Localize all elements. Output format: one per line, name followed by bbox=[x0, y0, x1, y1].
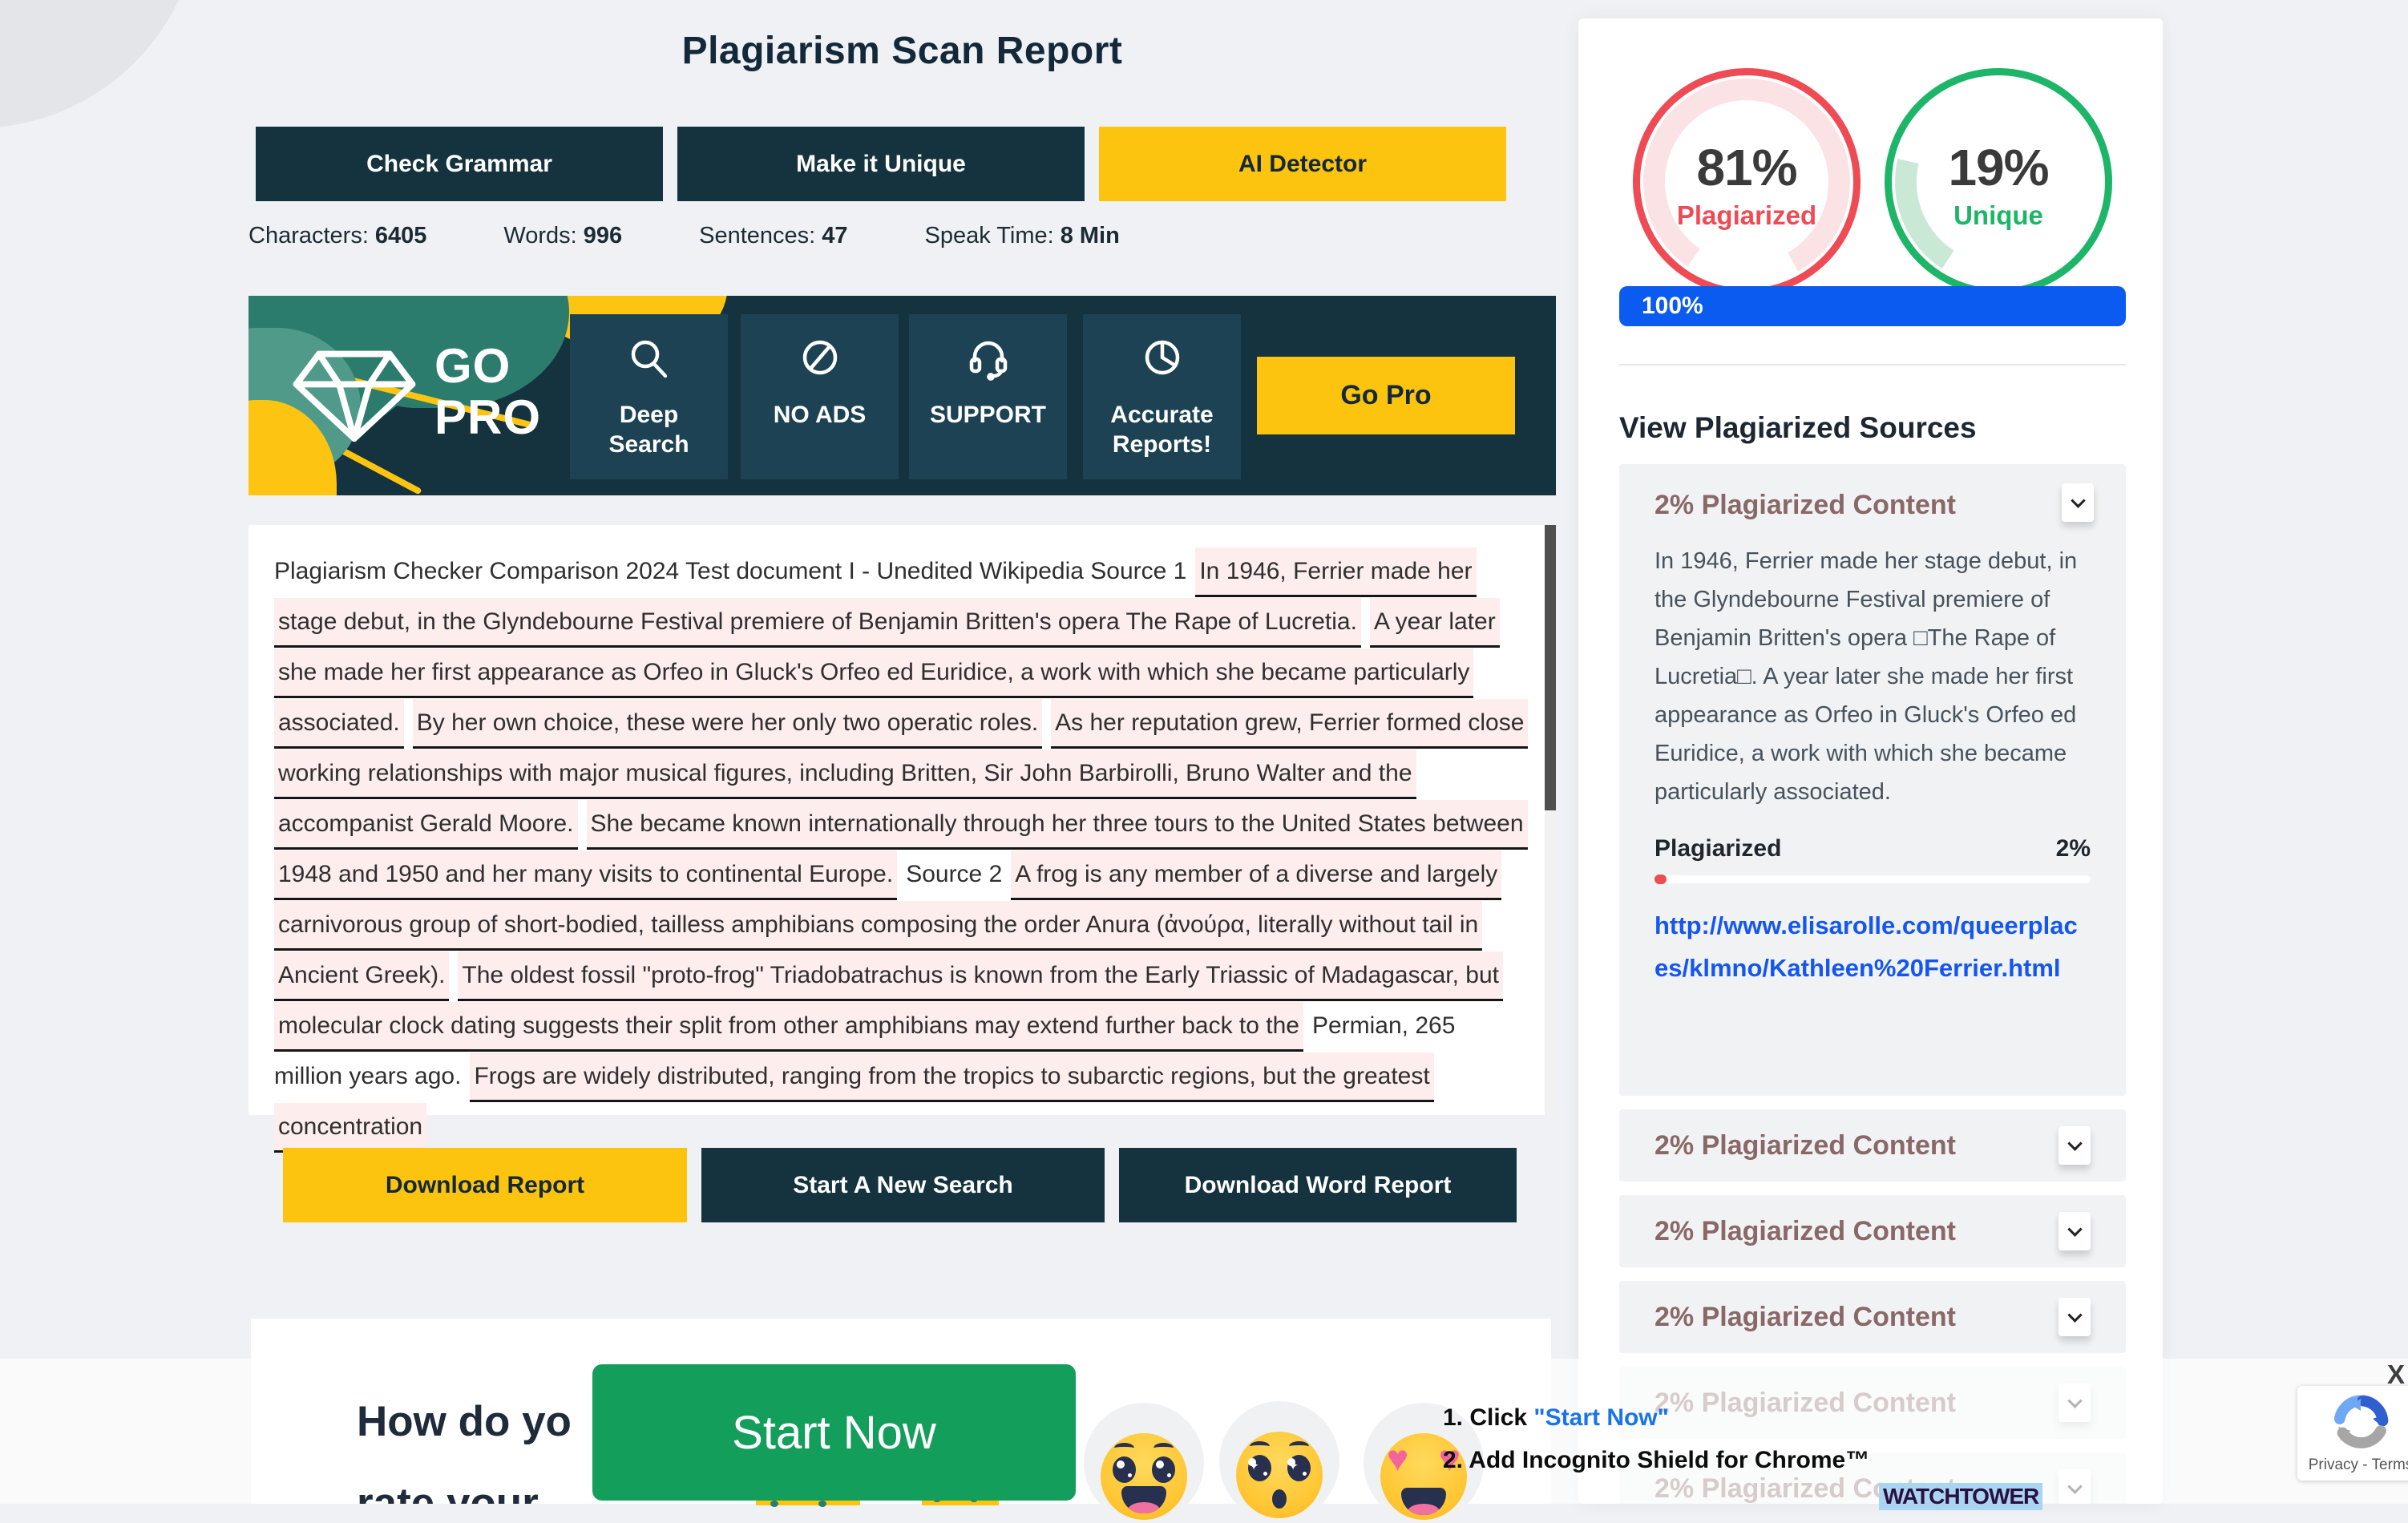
collapse-source-button[interactable] bbox=[2062, 483, 2094, 522]
go-pro-logo-text: GO PRO bbox=[434, 341, 541, 443]
source-meter-value: 2% bbox=[2056, 835, 2091, 862]
ai-detector-button[interactable]: AI Detector bbox=[1099, 127, 1506, 201]
chevron-down-icon bbox=[2067, 1136, 2082, 1150]
go-pro-button[interactable]: Go Pro bbox=[1257, 357, 1515, 434]
recaptcha-badge[interactable]: Privacy - Terms bbox=[2297, 1386, 2408, 1481]
unique-label: Unique bbox=[1892, 200, 2105, 231]
source-card: 2% Plagiarized Content bbox=[1619, 1195, 2126, 1267]
document-scrollbar-thumb[interactable] bbox=[1545, 525, 1556, 810]
top-action-bar: Check Grammar Make it Unique AI Detector bbox=[256, 127, 1506, 201]
recaptcha-links[interactable]: Privacy - Terms bbox=[2297, 1456, 2408, 1474]
download-report-button[interactable]: Download Report bbox=[283, 1148, 687, 1222]
plagiarized-segment[interactable]: By her own choice, these were her only t… bbox=[413, 699, 1042, 749]
document-stats: Characters:6405 Words:996 Sentences:47 S… bbox=[248, 223, 1120, 249]
corner-decoration bbox=[0, 0, 200, 128]
watchtower-logo: WATCHTOWER bbox=[1879, 1483, 2042, 1510]
unique-gauge: 19% Unique bbox=[1885, 68, 2112, 296]
chevron-down-icon bbox=[2067, 1307, 2082, 1322]
ad-instructions: 1. Click "Start Now" 2. Add Incognito Sh… bbox=[1443, 1404, 1869, 1474]
source-card-expanded: 2% Plagiarized Content In 1946, Ferrier … bbox=[1619, 464, 2126, 1096]
survey-heading: How do yo rate your bbox=[357, 1381, 572, 1504]
page-title: Plagiarism Scan Report bbox=[248, 29, 1556, 73]
feature-deep-search: Deep Search bbox=[570, 314, 728, 479]
unique-percentage: 19% bbox=[1892, 138, 2105, 197]
source-card-title: 2% Plagiarized Content bbox=[1654, 490, 2091, 521]
amazed-emoji-icon bbox=[1236, 1432, 1323, 1518]
source-card-title: 2% Plagiarized Content bbox=[1654, 1216, 1956, 1247]
expand-source-button[interactable] bbox=[2059, 1126, 2091, 1165]
source-card: 2% Plagiarized Content bbox=[1619, 1109, 2126, 1182]
source-meter-label: Plagiarized bbox=[1654, 835, 1781, 862]
expand-source-button[interactable] bbox=[2059, 1298, 2091, 1336]
report-action-bar: Download Report Start A New Search Downl… bbox=[283, 1148, 1517, 1222]
stat-speak-time: Speak Time:8 Min bbox=[925, 223, 1120, 249]
scanned-document-text: Plagiarism Checker Comparison 2024 Test … bbox=[274, 546, 1525, 1152]
source-url-link[interactable]: http://www.elisarolle.com/queerplaces/kl… bbox=[1654, 904, 2091, 989]
feature-no-ads: NO ADS bbox=[741, 314, 899, 479]
scan-progress-bar: 100% bbox=[1619, 286, 2126, 326]
recaptcha-icon bbox=[2329, 1391, 2393, 1455]
source-meter-fill bbox=[1654, 875, 1667, 884]
start-now-link-text[interactable]: "Start Now" bbox=[1533, 1404, 1668, 1431]
feature-accurate-reports: Accurate Reports! bbox=[1083, 314, 1241, 479]
pie-chart-icon bbox=[1137, 333, 1188, 385]
star-struck-emoji-rating[interactable] bbox=[1084, 1403, 1204, 1523]
check-grammar-button[interactable]: Check Grammar bbox=[256, 127, 663, 201]
stat-words: Words:996 bbox=[503, 223, 622, 249]
plagiarized-label: Plagiarized bbox=[1640, 200, 1853, 231]
ad-step-1: 1. Click "Start Now" bbox=[1443, 1404, 1869, 1432]
source-card: 2% Plagiarized Content bbox=[1619, 1281, 2126, 1353]
stat-sentences: Sentences:47 bbox=[699, 223, 847, 249]
stat-characters: Characters:6405 bbox=[248, 223, 426, 249]
sources-heading: View Plagiarized Sources bbox=[1619, 411, 1977, 445]
feature-support: SUPPORT bbox=[909, 314, 1067, 479]
no-ads-icon bbox=[794, 333, 846, 385]
start-now-button[interactable]: Start Now bbox=[592, 1364, 1076, 1501]
search-icon bbox=[624, 333, 675, 385]
score-gauges: 81% Plagiarized 19% Unique bbox=[1619, 68, 2126, 296]
headset-icon bbox=[963, 333, 1014, 385]
plagiarized-sources-list: 2% Plagiarized Content In 1946, Ferrier … bbox=[1619, 464, 2126, 1504]
plagiarized-percentage: 81% bbox=[1640, 138, 1853, 197]
diamond-icon bbox=[290, 344, 418, 445]
ad-step-2: 2. Add Incognito Shield for Chrome™ bbox=[1443, 1447, 1869, 1474]
scanned-document-panel: Plagiarism Checker Comparison 2024 Test … bbox=[248, 525, 1556, 1115]
expand-source-button[interactable] bbox=[2059, 1212, 2091, 1250]
source-excerpt: In 1946, Ferrier made her stage debut, i… bbox=[1654, 542, 2091, 811]
document-segment: Source 2 bbox=[906, 861, 1002, 887]
chevron-down-icon bbox=[2067, 1222, 2082, 1236]
chevron-down-icon bbox=[2071, 493, 2085, 507]
start-new-search-button[interactable]: Start A New Search bbox=[701, 1148, 1105, 1222]
source-card-title: 2% Plagiarized Content bbox=[1654, 1130, 1956, 1161]
document-segment: Plagiarism Checker Comparison 2024 Test … bbox=[274, 558, 1186, 584]
divider bbox=[1619, 364, 2126, 366]
star-struck-emoji-icon bbox=[1101, 1433, 1187, 1520]
download-word-report-button[interactable]: Download Word Report bbox=[1119, 1148, 1517, 1222]
results-sidebar: 81% Plagiarized 19% Unique 100% View Pla… bbox=[1578, 18, 2163, 1504]
source-meter bbox=[1654, 875, 2091, 883]
go-pro-banner: GO PRO Deep Search NO ADS bbox=[248, 296, 1556, 495]
report-main-column: Plagiarism Scan Report Check Grammar Mak… bbox=[248, 0, 1556, 1504]
make-it-unique-button[interactable]: Make it Unique bbox=[677, 127, 1085, 201]
source-card-title: 2% Plagiarized Content bbox=[1654, 1302, 1956, 1333]
plagiarized-gauge: 81% Plagiarized bbox=[1633, 68, 1861, 296]
